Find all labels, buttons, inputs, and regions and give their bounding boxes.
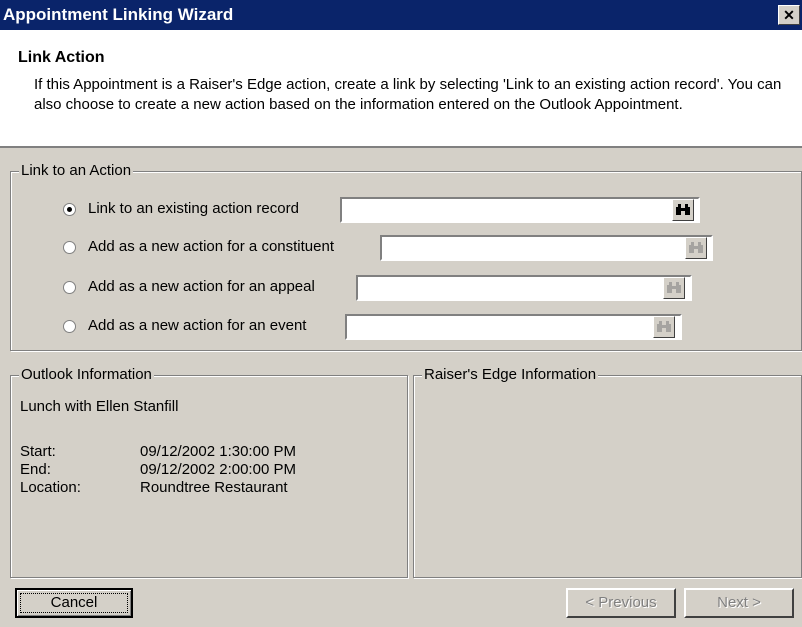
start-label: Start: xyxy=(20,443,56,460)
radio-new-constituent[interactable]: Add as a new action for a constituent xyxy=(63,236,383,262)
appeal-field[interactable] xyxy=(356,275,692,301)
outlook-info-label: Outlook Information xyxy=(19,365,154,385)
cancel-button[interactable]: Cancel xyxy=(15,588,133,618)
location-value: Roundtree Restaurant xyxy=(140,479,288,496)
previous-label: < Previous xyxy=(585,594,657,611)
radio-button[interactable] xyxy=(63,203,76,216)
radio-label: Add as a new action for a constituent xyxy=(88,238,334,255)
end-label: End: xyxy=(20,461,51,478)
binoculars-icon[interactable] xyxy=(672,199,694,221)
window-title: Appointment Linking Wizard xyxy=(3,5,234,24)
link-action-group-label: Link to an Action xyxy=(19,161,134,181)
radio-label: Link to an existing action record xyxy=(88,200,299,217)
binoculars-icon[interactable] xyxy=(663,277,685,299)
focus-rect xyxy=(20,593,128,613)
step-description: If this Appointment is a Raiser's Edge a… xyxy=(34,76,782,113)
radio-button[interactable] xyxy=(63,320,76,333)
re-info-group: Raiser's Edge Information xyxy=(413,365,802,578)
radio-new-appeal[interactable]: Add as a new action for an appeal xyxy=(63,276,363,302)
radio-label: Add as a new action for an event xyxy=(88,317,307,334)
binoculars-icon[interactable] xyxy=(653,316,675,338)
previous-button[interactable]: < Previous xyxy=(566,588,676,618)
radio-button[interactable] xyxy=(63,241,76,254)
start-value: 09/12/2002 1:30:00 PM xyxy=(140,443,296,460)
next-label: Next > xyxy=(717,594,761,611)
event-field[interactable] xyxy=(345,314,682,340)
radio-label: Add as a new action for an appeal xyxy=(88,278,315,295)
re-info-label: Raiser's Edge Information xyxy=(422,365,599,385)
appointment-subject: Lunch with Ellen Stanfill xyxy=(20,398,179,415)
binoculars-icon[interactable] xyxy=(685,237,707,259)
close-icon[interactable]: ✕ xyxy=(778,5,800,25)
constituent-field[interactable] xyxy=(380,235,713,261)
end-value: 09/12/2002 2:00:00 PM xyxy=(140,461,296,478)
radio-link-existing[interactable]: Link to an existing action record xyxy=(63,198,343,224)
radio-new-event[interactable]: Add as a new action for an event xyxy=(63,315,353,341)
title-bar: Appointment Linking Wizard ✕ xyxy=(0,0,802,30)
next-button[interactable]: Next > xyxy=(684,588,794,618)
location-label: Location: xyxy=(20,479,81,496)
existing-action-field[interactable] xyxy=(340,197,700,223)
wizard-header: Link Action If this Appointment is a Rai… xyxy=(0,30,802,148)
radio-button[interactable] xyxy=(63,281,76,294)
step-title: Link Action xyxy=(18,49,105,66)
wizard-window: Appointment Linking Wizard ✕ Link Action… xyxy=(0,0,802,627)
